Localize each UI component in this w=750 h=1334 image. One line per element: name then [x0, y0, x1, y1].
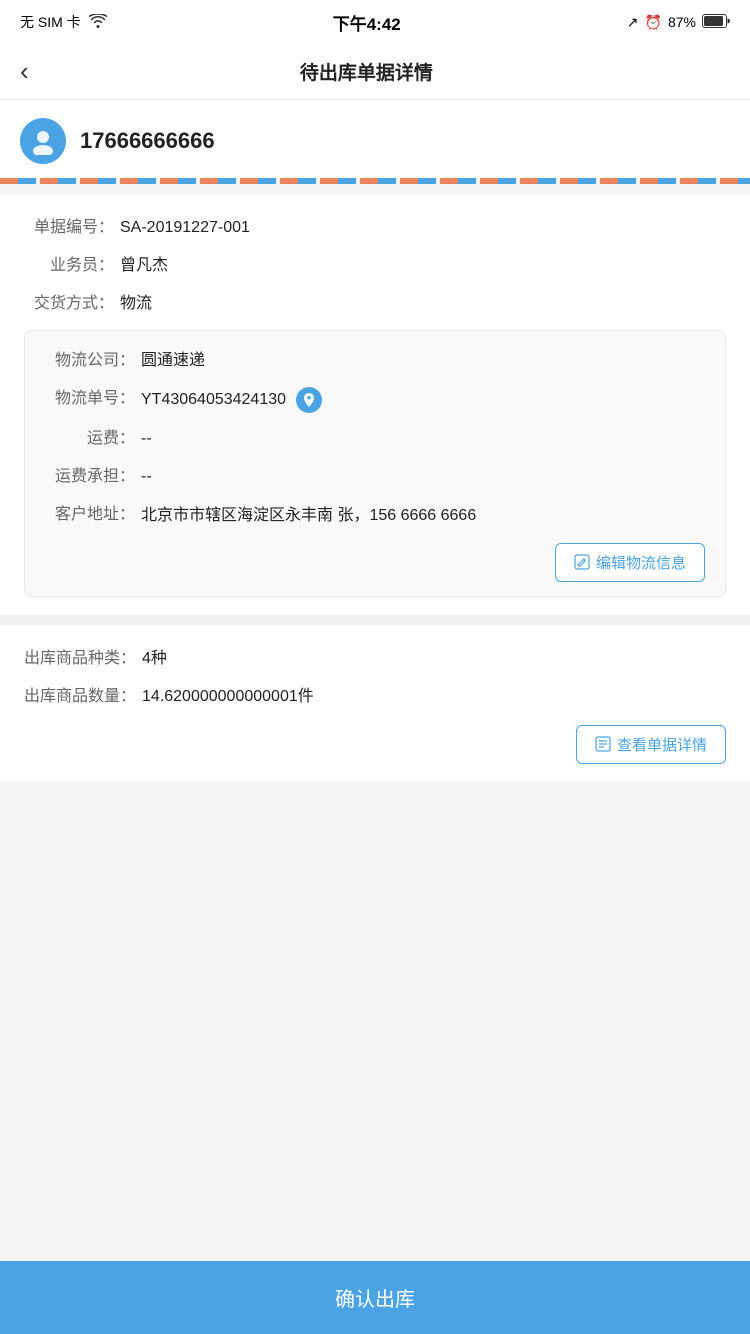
section-divider — [0, 615, 750, 625]
delivery-label: 交货方式： — [24, 292, 114, 316]
tracking-row: 物流单号： YT43064053424130 — [45, 387, 705, 413]
location-arrow-icon: ↗ — [627, 14, 639, 31]
edit-logistics-label: 编辑物流信息 — [596, 552, 686, 573]
freight-bear-label: 运费承担： — [45, 465, 135, 489]
page-spacer — [0, 782, 750, 982]
freight-row: 运费： -- — [45, 427, 705, 451]
edit-logistics-button[interactable]: 编辑物流信息 — [555, 543, 705, 582]
tracking-value-wrap: YT43064053424130 — [141, 387, 705, 413]
address-text: 北京市市辖区海淀区永丰南 张，156 6666 6666 — [141, 503, 476, 529]
freight-bear-row: 运费承担： -- — [45, 465, 705, 489]
goods-quantity-label: 出库商品数量： — [24, 685, 136, 709]
logistics-card: 物流公司： 圆通速递 物流单号： YT43064053424130 运费： -- — [24, 330, 726, 597]
confirm-btn-wrap: 确认出库 — [0, 1261, 750, 1334]
view-details-label: 查看单据详情 — [617, 734, 707, 755]
status-time: 下午4:42 — [333, 10, 401, 35]
salesman-value: 曾凡杰 — [120, 254, 726, 278]
delivery-value: 物流 — [120, 292, 726, 316]
freight-label: 运费： — [45, 427, 135, 451]
sim-label: 无 SIM 卡 — [20, 12, 81, 32]
tracking-label: 物流单号： — [45, 387, 135, 411]
goods-quantity-row: 出库商品数量： 14.620000000000001件 — [24, 685, 726, 709]
dashed-divider — [0, 178, 750, 184]
status-left: 无 SIM 卡 — [20, 12, 107, 32]
address-value: 北京市市辖区海淀区永丰南 张，156 6666 6666 — [141, 503, 705, 529]
page-content: 17666666666 单据编号： SA-20191227-001 业务员： 曾… — [0, 100, 750, 1254]
avatar — [20, 118, 66, 164]
nav-bar: ‹ 待出库单据详情 — [0, 44, 750, 100]
wifi-icon — [89, 14, 107, 31]
address-label: 客户地址： — [45, 503, 135, 527]
freight-value: -- — [141, 427, 705, 451]
document-icon — [595, 736, 611, 752]
goods-types-label: 出库商品种类： — [24, 647, 136, 671]
document-number-row: 单据编号： SA-20191227-001 — [24, 216, 726, 240]
salesman-label: 业务员： — [24, 254, 114, 278]
document-number-value: SA-20191227-001 — [120, 216, 726, 240]
status-right: ↗ ⏰ 87% — [627, 14, 730, 31]
battery-percent: 87% — [668, 14, 696, 30]
view-details-button[interactable]: 查看单据详情 — [576, 725, 726, 764]
goods-types-value: 4种 — [142, 647, 726, 671]
customer-phone: 17666666666 — [80, 128, 215, 154]
customer-header: 17666666666 — [0, 100, 750, 178]
status-bar: 无 SIM 卡 下午4:42 ↗ ⏰ 87% — [0, 0, 750, 44]
logistics-company-row: 物流公司： 圆通速递 — [45, 349, 705, 373]
goods-types-row: 出库商品种类： 4种 — [24, 647, 726, 671]
back-button[interactable]: ‹ — [20, 48, 37, 95]
edit-logistics-btn-wrap: 编辑物流信息 — [45, 543, 705, 582]
document-number-label: 单据编号： — [24, 216, 114, 240]
tracking-number: YT43064053424130 — [141, 388, 286, 412]
document-info-section: 单据编号： SA-20191227-001 业务员： 曾凡杰 交货方式： 物流 … — [0, 194, 750, 615]
delivery-row: 交货方式： 物流 — [24, 292, 726, 316]
track-location-button[interactable] — [296, 387, 322, 413]
freight-bear-value: -- — [141, 465, 705, 489]
logistics-company-label: 物流公司： — [45, 349, 135, 373]
salesman-row: 业务员： 曾凡杰 — [24, 254, 726, 278]
confirm-outbound-button[interactable]: 确认出库 — [0, 1261, 750, 1334]
goods-quantity-value: 14.620000000000001件 — [142, 685, 726, 709]
address-row: 客户地址： 北京市市辖区海淀区永丰南 张，156 6666 6666 — [45, 503, 705, 529]
battery-icon — [702, 14, 730, 31]
logistics-company-value: 圆通速递 — [141, 349, 705, 373]
edit-icon — [574, 554, 590, 570]
view-details-btn-wrap: 查看单据详情 — [24, 725, 726, 764]
page-title: 待出库单据详情 — [37, 58, 696, 85]
clock-status-icon: ⏰ — [645, 14, 662, 31]
goods-section: 出库商品种类： 4种 出库商品数量： 14.620000000000001件 查… — [0, 625, 750, 782]
